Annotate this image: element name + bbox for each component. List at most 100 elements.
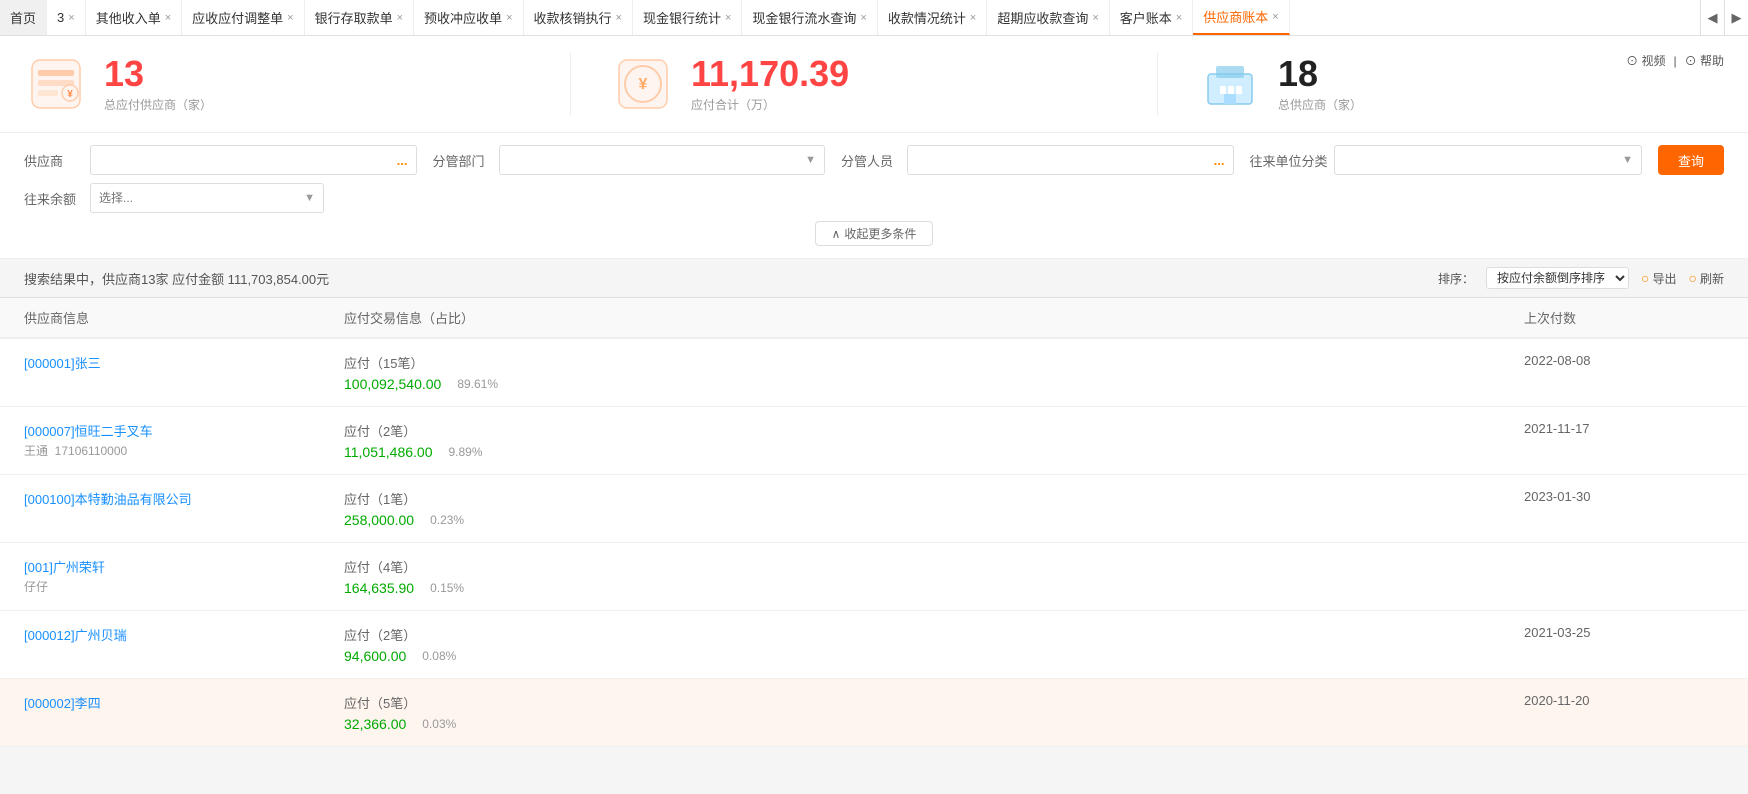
collapse-button[interactable]: ∧ 收起更多条件 <box>815 221 934 246</box>
supplier-input-wrapper[interactable]: ... <box>90 145 417 175</box>
refresh-label: 刷新 <box>1700 270 1724 287</box>
trans-percent-5: 0.03% <box>422 717 456 731</box>
supplier-link-5[interactable]: [000002]李四 <box>24 696 101 711</box>
nav-arrows: ◀ ▶ <box>1700 0 1748 36</box>
ap-suppliers-icon: ¥ <box>24 52 88 116</box>
nav-cash-bank-stat-close[interactable]: × <box>725 12 731 24</box>
filter-supplier: 供应商 ... <box>24 145 417 175</box>
person-dots[interactable]: ... <box>1214 153 1225 168</box>
nav-collection-exec[interactable]: 收款核销执行 × <box>524 0 633 35</box>
links-divider: | <box>1674 54 1677 68</box>
video-link[interactable]: ⊙ 视频 <box>1626 52 1665 69</box>
supplier-dots[interactable]: ... <box>397 153 408 168</box>
trans-percent-0: 89.61% <box>457 377 498 391</box>
nav-collection-exec-close[interactable]: × <box>616 12 622 24</box>
trans-percent-1: 9.89% <box>449 445 483 459</box>
person-input[interactable] <box>916 153 1214 167</box>
category-input-wrapper[interactable]: ▼ <box>1334 145 1642 175</box>
trans-count-3: 应付（4笔） <box>344 557 1524 576</box>
collapse-icon: ∧ <box>832 227 841 241</box>
export-button[interactable]: ○ 导出 <box>1641 270 1676 287</box>
nav-customer-ledger-close[interactable]: × <box>1176 12 1182 24</box>
table-row[interactable]: [000001]张三 应付（15笔） 100,092,540.00 89.61%… <box>0 339 1748 407</box>
filter-person: 分管人员 ... <box>841 145 1234 175</box>
nav-other-income-close[interactable]: × <box>165 12 171 24</box>
nav-home-label: 首页 <box>10 8 36 27</box>
nav-collection-stat[interactable]: 收款情况统计 × <box>878 0 987 35</box>
filter-row-2: 往来余额 ▼ <box>24 183 324 213</box>
dept-arrow[interactable]: ▼ <box>805 154 816 166</box>
nav-cash-bank-flow-close[interactable]: × <box>860 12 866 24</box>
video-icon: ⊙ <box>1626 54 1638 68</box>
nav-3-label: 3 <box>57 10 64 25</box>
category-arrow[interactable]: ▼ <box>1622 154 1633 166</box>
balance-input[interactable] <box>99 191 304 205</box>
table-row[interactable]: [000002]李四 应付（5笔） 32,366.00 0.03% 2020-1… <box>0 679 1748 747</box>
refresh-button[interactable]: ○ 刷新 <box>1689 270 1724 287</box>
nav-bank-deposit[interactable]: 银行存取款单 × <box>305 0 414 35</box>
nav-left-arrow[interactable]: ◀ <box>1700 0 1724 36</box>
lastpay-date-2: 2023-01-30 <box>1524 489 1591 504</box>
table-row[interactable]: [000007]恒旺二手叉车 王通 17106110000 应付（2笔） 11,… <box>0 407 1748 475</box>
nav-supplier-ledger[interactable]: 供应商账本 × <box>1193 0 1289 35</box>
nav-ar-ap-adjust[interactable]: 应收应付调整单 × <box>182 0 304 35</box>
nav-home[interactable]: 首页 <box>0 0 47 35</box>
help-link[interactable]: ⊙ 帮助 <box>1685 52 1724 69</box>
nav-overdue-query[interactable]: 超期应收款查询 × <box>987 0 1109 35</box>
ap-total-icon: ¥ <box>611 52 675 116</box>
trans-info-5: 32,366.00 0.03% <box>344 716 1524 732</box>
transaction-info-3: 应付（4笔） 164,635.90 0.15% <box>344 557 1524 596</box>
nav-collection-stat-close[interactable]: × <box>970 12 976 24</box>
supplier-link-3[interactable]: [001]广州荣轩 <box>24 560 105 575</box>
nav-cash-bank-flow[interactable]: 现金银行流水查询 × <box>742 0 877 35</box>
nav-advance-collect-close[interactable]: × <box>506 12 512 24</box>
transaction-info-1: 应付（2笔） 11,051,486.00 9.89% <box>344 421 1524 460</box>
nav-overdue-query-close[interactable]: × <box>1092 12 1098 24</box>
nav-cash-bank-stat[interactable]: 现金银行统计 × <box>633 0 742 35</box>
filter-section: 供应商 ... 分管部门 ▼ 分管人员 ... 往来单位分类 <box>0 133 1748 259</box>
supplier-info-0: [000001]张三 <box>24 353 344 372</box>
person-input-wrapper[interactable]: ... <box>907 145 1234 175</box>
table-row[interactable]: [001]广州荣轩 仔仔 应付（4笔） 164,635.90 0.15% <box>0 543 1748 611</box>
nav-advance-collect[interactable]: 预收冲应收单 × <box>414 0 523 35</box>
dept-label: 分管部门 <box>433 151 493 170</box>
help-icon: ⊙ <box>1685 54 1697 68</box>
nav-other-income[interactable]: 其他收入单 × <box>86 0 182 35</box>
nav-right-arrow[interactable]: ▶ <box>1724 0 1748 36</box>
dept-input-wrapper[interactable]: ▼ <box>499 145 826 175</box>
balance-arrow[interactable]: ▼ <box>304 192 315 204</box>
nav-bank-deposit-close[interactable]: × <box>397 12 403 24</box>
export-icon: ○ <box>1641 270 1649 286</box>
lastpay-date-0: 2022-08-08 <box>1524 353 1591 368</box>
col-header-transaction: 应付交易信息（占比） <box>344 308 1524 327</box>
table-row[interactable]: [000100]本特勤油品有限公司 应付（1笔） 258,000.00 0.23… <box>0 475 1748 543</box>
summary-card-ap-total: ¥ 11,170.39 应付合计（万） <box>570 52 1137 116</box>
supplier-info-1: [000007]恒旺二手叉车 王通 17106110000 <box>24 421 344 459</box>
dept-input[interactable] <box>508 153 806 167</box>
nav-customer-ledger[interactable]: 客户账本 × <box>1110 0 1193 35</box>
table-row[interactable]: [000012]广州贝瑞 应付（2笔） 94,600.00 0.08% 2021… <box>0 611 1748 679</box>
nav-supplier-ledger-close[interactable]: × <box>1272 11 1278 23</box>
query-button[interactable]: 查询 <box>1658 145 1724 175</box>
supplier-link-4[interactable]: [000012]广州贝瑞 <box>24 628 127 643</box>
nav-3[interactable]: 3 × <box>47 0 86 35</box>
nav-ar-ap-adjust-close[interactable]: × <box>287 12 293 24</box>
nav-3-close[interactable]: × <box>68 12 74 24</box>
trans-percent-4: 0.08% <box>422 649 456 663</box>
sort-select[interactable]: 按应付余额倒序排序 <box>1486 267 1629 289</box>
nav-cash-bank-flow-label: 现金银行流水查询 <box>752 8 856 27</box>
balance-input-wrapper[interactable]: ▼ <box>90 183 324 213</box>
trans-count-4: 应付（2笔） <box>344 625 1524 644</box>
supplier-link-1[interactable]: [000007]恒旺二手叉车 <box>24 424 153 439</box>
summary-section: ¥ 13 总应付供应商（家） ¥ 11,170.39 应付合计（万） <box>0 36 1748 133</box>
trans-amount-2: 258,000.00 <box>344 512 414 528</box>
supplier-link-2[interactable]: [000100]本特勤油品有限公司 <box>24 492 192 507</box>
supplier-input[interactable] <box>99 153 397 167</box>
supplier-label: 供应商 <box>24 151 84 170</box>
category-label: 往来单位分类 <box>1250 151 1328 170</box>
supplier-link-0[interactable]: [000001]张三 <box>24 356 101 371</box>
category-input[interactable] <box>1343 153 1623 167</box>
trans-count-1: 应付（2笔） <box>344 421 1524 440</box>
lastpay-0: 2022-08-08 <box>1524 353 1724 368</box>
table-header: 供应商信息 应付交易信息（占比） 上次付数 <box>0 298 1748 339</box>
